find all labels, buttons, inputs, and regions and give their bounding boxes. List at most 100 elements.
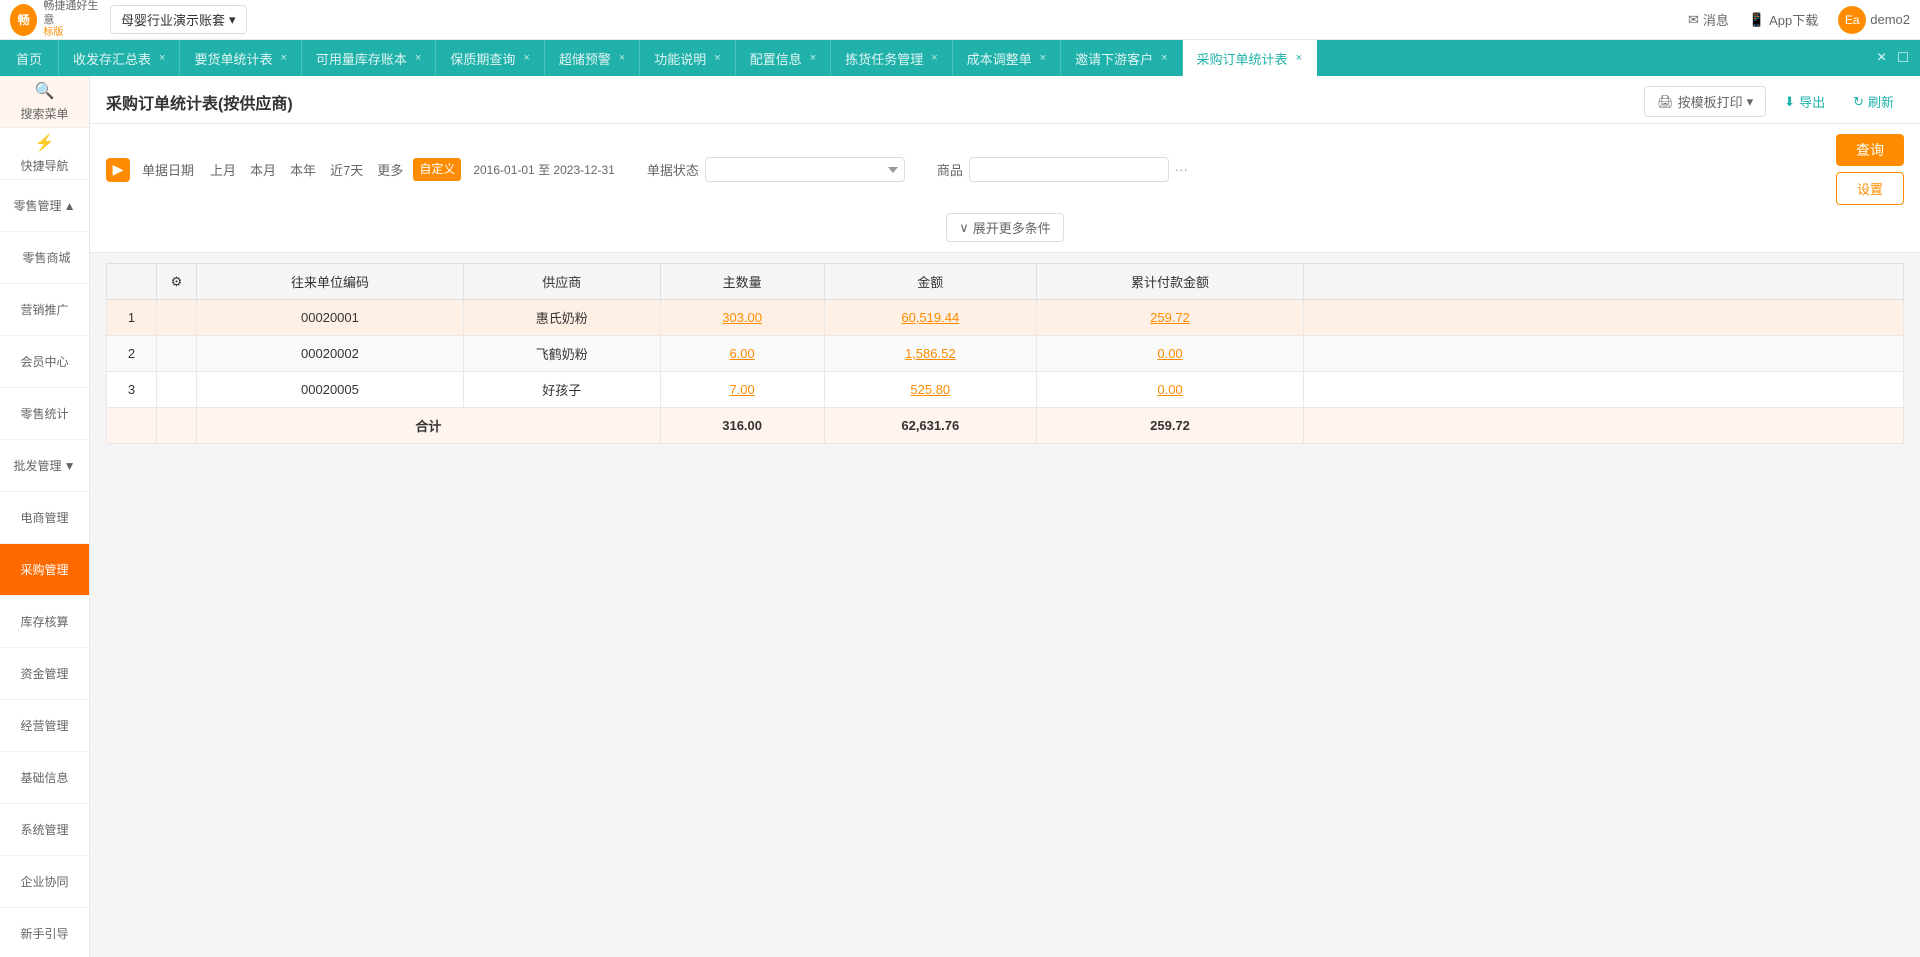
footer-empty-2 (157, 408, 197, 444)
message-btn[interactable]: ✉ 消息 (1688, 10, 1729, 29)
sidebar-item-marketing[interactable]: 营销推广 (0, 284, 89, 336)
tab-chaochuyujing[interactable]: 超储预警 × (545, 40, 640, 76)
table-container: ⚙ 往来单位编码 供应商 主数量 金额 累计付款金额 1 00020001 (90, 253, 1920, 957)
sidebar-item-inventory[interactable]: 库存核算 (0, 596, 89, 648)
sidebar: 🔍 搜索菜单 ⚡ 快捷导航 零售管理 ▲ 零售商城 营销推广 会员中心 零售统计… (0, 76, 90, 957)
export-button[interactable]: ⬇ 导出 (1774, 87, 1835, 116)
shortcut-last-month[interactable]: 上月 (206, 158, 240, 181)
cell-quantity[interactable]: 303.00 (660, 300, 824, 336)
date-shortcuts: 上月 本月 本年 近7天 更多 自定义 (206, 158, 461, 181)
cell-supplier-name: 飞鹤奶粉 (463, 336, 660, 372)
sidebar-item-newbie[interactable]: 新手引导 (0, 908, 89, 957)
close-icon[interactable]: × (415, 52, 421, 64)
col-supplier-name: 供应商 (463, 264, 660, 300)
sidebar-item-wholesale[interactable]: 批发管理 ▼ (0, 440, 89, 492)
sidebar-item-finance[interactable]: 资金管理 (0, 648, 89, 700)
sidebar-item-quick-nav[interactable]: ⚡ 快捷导航 (0, 128, 89, 180)
status-label: 单据状态 (647, 160, 699, 179)
arrow-icon: ▲ (64, 199, 76, 213)
sidebar-item-basic-info[interactable]: 基础信息 (0, 752, 89, 804)
close-icon[interactable]: × (280, 52, 286, 64)
refresh-button[interactable]: ↻ 刷新 (1843, 87, 1904, 116)
shortcut-7days[interactable]: 近7天 (326, 158, 367, 181)
sidebar-item-enterprise[interactable]: 企业协同 (0, 856, 89, 908)
sidebar-item-ecommerce[interactable]: 电商管理 (0, 492, 89, 544)
close-icon[interactable]: × (523, 52, 529, 64)
status-filter: 单据状态 (647, 157, 905, 182)
footer-paid: 259.72 (1037, 408, 1304, 444)
cell-paid[interactable]: 0.00 (1037, 372, 1304, 408)
close-icon[interactable]: × (810, 52, 816, 64)
sidebar-item-retail-stats[interactable]: 零售统计 (0, 388, 89, 440)
sidebar-item-system[interactable]: 系统管理 (0, 804, 89, 856)
footer-empty-1 (107, 408, 157, 444)
filter-bar: ▶ 单据日期 上月 本月 本年 近7天 更多 自定义 2016-01-01 至 … (90, 124, 1920, 253)
close-icon[interactable]: × (1040, 52, 1046, 64)
tab-keyongliang[interactable]: 可用量库存账本 × (302, 40, 436, 76)
cell-paid[interactable]: 259.72 (1037, 300, 1304, 336)
sidebar-item-operations[interactable]: 经营管理 (0, 700, 89, 752)
tab-yaohuo[interactable]: 要货单统计表 × (180, 40, 301, 76)
nav-tabs: 首页 收发存汇总表 × 要货单统计表 × 可用量库存账本 × 保质期查询 × 超… (0, 40, 1920, 76)
query-button[interactable]: 查询 (1836, 134, 1904, 166)
close-icon[interactable]: × (931, 52, 937, 64)
cell-amount[interactable]: 1,586.52 (824, 336, 1037, 372)
cell-amount[interactable]: 60,519.44 (824, 300, 1037, 336)
filter-row-1: ▶ 单据日期 上月 本月 本年 近7天 更多 自定义 2016-01-01 至 … (106, 134, 1904, 205)
tab-baozhiqi[interactable]: 保质期查询 × (436, 40, 544, 76)
cell-quantity[interactable]: 6.00 (660, 336, 824, 372)
cell-quantity[interactable]: 7.00 (660, 372, 824, 408)
tab-restore-btn[interactable]: □ (1894, 45, 1912, 71)
tab-shoufacun[interactable]: 收发存汇总表 × (59, 40, 180, 76)
shortcut-this-month[interactable]: 本月 (246, 158, 280, 181)
user-avatar-area[interactable]: Ea demo2 (1838, 6, 1910, 34)
filter-toggle-btn[interactable]: ▶ (106, 158, 130, 182)
tab-chengben[interactable]: 成本调整单 × (953, 40, 1061, 76)
close-icon[interactable]: × (619, 52, 625, 64)
close-icon[interactable]: × (1296, 52, 1302, 64)
shortcut-more[interactable]: 更多 (373, 158, 407, 181)
print-button[interactable]: 🖨 按模板打印 ▾ (1644, 86, 1766, 117)
sidebar-item-retail-mgmt[interactable]: 零售管理 ▲ (0, 180, 89, 232)
download-icon: 📱 (1749, 12, 1765, 28)
app-download-btn[interactable]: 📱 App下载 (1749, 10, 1818, 29)
goods-filter: 商品 ··· (937, 157, 1188, 182)
sidebar-item-purchase[interactable]: 采购管理 (0, 544, 89, 596)
shortcut-custom[interactable]: 自定义 (413, 158, 461, 181)
tab-home[interactable]: 首页 (0, 40, 59, 76)
close-icon[interactable]: × (714, 52, 720, 64)
flash-icon: ⚡ (35, 133, 55, 153)
tab-peizhi[interactable]: 配置信息 × (736, 40, 831, 76)
tab-jianhuo[interactable]: 拣货任务管理 × (831, 40, 952, 76)
col-settings[interactable]: ⚙ (157, 264, 197, 300)
settings-icon[interactable]: ⚙ (171, 274, 183, 289)
date-filter-label: 单据日期 (142, 160, 194, 179)
cell-supplier-code: 00020001 (197, 300, 464, 336)
close-icon[interactable]: × (1161, 52, 1167, 64)
cell-amount[interactable]: 525.80 (824, 372, 1037, 408)
col-index (107, 264, 157, 300)
settings-button[interactable]: 设置 (1836, 172, 1904, 205)
export-icon: ⬇ (1784, 94, 1795, 110)
tab-gongneng[interactable]: 功能说明 × (640, 40, 735, 76)
header-actions: 🖨 按模板打印 ▾ ⬇ 导出 ↻ 刷新 (1644, 86, 1904, 117)
workspace-selector[interactable]: 母婴行业演示账套 ▾ (110, 5, 247, 34)
tab-yaoqing[interactable]: 邀请下游客户 × (1061, 40, 1182, 76)
sidebar-item-search[interactable]: 🔍 搜索菜单 (0, 76, 89, 128)
status-select[interactable] (705, 157, 905, 182)
search-icon: 🔍 (35, 81, 55, 101)
cell-paid[interactable]: 0.00 (1037, 336, 1304, 372)
more-filters-icon[interactable]: ··· (1175, 162, 1188, 177)
avatar: Ea (1838, 6, 1866, 34)
goods-input[interactable] (969, 157, 1169, 182)
col-extra (1304, 264, 1904, 300)
tab-caigou-active[interactable]: 采购订单统计表 × (1183, 40, 1317, 76)
expand-icon: ∨ (959, 220, 969, 236)
sidebar-item-retail-shop[interactable]: 零售商城 (0, 232, 89, 284)
main-content: 采购订单统计表(按供应商) 🖨 按模板打印 ▾ ⬇ 导出 ↻ 刷新 (90, 76, 1920, 957)
close-icon[interactable]: × (159, 52, 165, 64)
shortcut-this-year[interactable]: 本年 (286, 158, 320, 181)
sidebar-item-membership[interactable]: 会员中心 (0, 336, 89, 388)
tab-close-btn[interactable]: × (1873, 45, 1890, 71)
expand-button[interactable]: ∨ 展开更多条件 (946, 213, 1064, 242)
